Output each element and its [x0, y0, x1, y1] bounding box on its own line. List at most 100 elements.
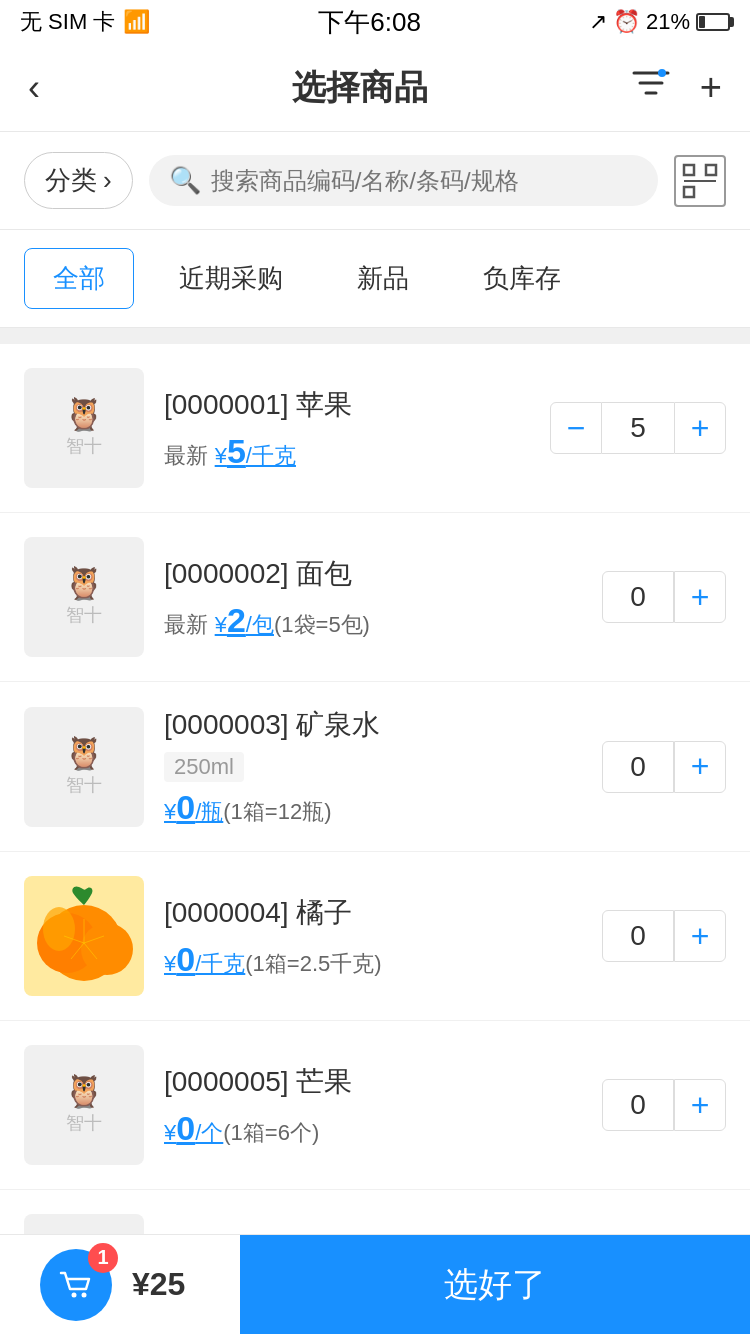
filter-tabs: 全部 近期采购 新品 负库存 — [0, 230, 750, 328]
price-prefix: 最新 — [164, 612, 208, 637]
cart-icon — [56, 1265, 96, 1305]
placeholder-text: 智十 — [66, 773, 102, 797]
qty-control: − + — [550, 402, 726, 454]
status-time: 下午6:08 — [318, 5, 421, 40]
qty-input[interactable] — [602, 741, 674, 793]
qty-plus-button[interactable]: + — [674, 571, 726, 623]
scan-icon[interactable] — [674, 155, 726, 207]
qty-plus-button[interactable]: + — [674, 741, 726, 793]
price-number: 2 — [227, 601, 246, 639]
product-image-graphic — [29, 881, 139, 991]
qty-control: + — [602, 741, 726, 793]
price-pack: (1箱=6个) — [223, 1120, 319, 1145]
add-button[interactable]: + — [700, 66, 722, 109]
battery-pct: 21% — [646, 9, 690, 35]
qty-input[interactable] — [602, 1079, 674, 1131]
product-item: 🦉 智十 [0000003] 矿泉水 250ml ¥0/瓶(1箱=12瓶) + — [0, 682, 750, 852]
product-item: [0000004] 橘子 ¥0/千克(1箱=2.5千克) + — [0, 852, 750, 1021]
status-right: ↗ ⏰ 21% — [589, 9, 730, 35]
cart-section: 1 ¥25 — [0, 1249, 240, 1321]
price-number: 0 — [176, 1109, 195, 1147]
qty-input[interactable] — [602, 910, 674, 962]
price-pack: (1箱=12瓶) — [223, 799, 331, 824]
tab-recent[interactable]: 近期采购 — [150, 248, 312, 309]
placeholder-text: 智十 — [66, 1111, 102, 1135]
svg-point-10 — [43, 907, 75, 951]
status-carrier: 无 SIM 卡 📶 — [20, 7, 150, 37]
qty-plus-button[interactable]: + — [674, 1079, 726, 1131]
price-prefix: 最新 — [164, 443, 208, 468]
filter-icon[interactable] — [632, 66, 670, 109]
qty-control: + — [602, 1079, 726, 1131]
product-image: 🦉 智十 — [24, 368, 144, 488]
price-currency: ¥ — [164, 951, 176, 976]
owl-icon: 🦉 — [64, 567, 104, 599]
price-number: 5 — [227, 432, 246, 470]
qty-minus-button[interactable]: − — [550, 402, 602, 454]
status-bar: 无 SIM 卡 📶 下午6:08 ↗ ⏰ 21% — [0, 0, 750, 44]
battery-icon — [696, 13, 730, 31]
product-image: 🦉 智十 — [24, 707, 144, 827]
cart-button[interactable]: 1 — [40, 1249, 112, 1321]
location-icon: ↗ — [589, 9, 607, 35]
nav-bar: ‹ 选择商品 + — [0, 44, 750, 132]
product-info: [0000005] 芒果 ¥0/个(1箱=6个) — [164, 1063, 582, 1148]
product-list: 🦉 智十 [0000001] 苹果 最新 ¥5/千克 − + 🦉 智十 [000… — [0, 344, 750, 1334]
tab-all[interactable]: 全部 — [24, 248, 134, 309]
owl-icon: 🦉 — [64, 1075, 104, 1107]
product-info: [0000003] 矿泉水 250ml ¥0/瓶(1箱=12瓶) — [164, 706, 582, 827]
price-currency: ¥ — [215, 612, 227, 637]
product-name: [0000003] 矿泉水 — [164, 706, 582, 744]
alarm-icon: ⏰ — [613, 9, 640, 35]
product-image: 🦉 智十 — [24, 537, 144, 657]
price-unit: /千克 — [195, 951, 245, 976]
search-input[interactable] — [211, 167, 638, 195]
product-image: 🦉 智十 — [24, 1045, 144, 1165]
qty-control: + — [602, 910, 726, 962]
search-area: 分类 › 🔍 — [0, 132, 750, 230]
product-info: [0000001] 苹果 最新 ¥5/千克 — [164, 386, 530, 471]
qty-input[interactable] — [602, 402, 674, 454]
placeholder-text: 智十 — [66, 603, 102, 627]
product-placeholder: 🦉 智十 — [64, 567, 104, 627]
product-price: ¥0/瓶(1箱=12瓶) — [164, 788, 582, 827]
cart-badge: 1 — [88, 1243, 118, 1273]
price-unit: /包 — [246, 612, 274, 637]
wifi-icon: 📶 — [123, 9, 150, 35]
product-item: 🦉 智十 [0000005] 芒果 ¥0/个(1箱=6个) + — [0, 1021, 750, 1190]
product-spec: 250ml — [164, 752, 244, 782]
product-name: [0000004] 橘子 — [164, 894, 582, 932]
category-button[interactable]: 分类 › — [24, 152, 133, 209]
qty-plus-button[interactable]: + — [674, 910, 726, 962]
product-image — [24, 876, 144, 996]
product-name: [0000005] 芒果 — [164, 1063, 582, 1101]
placeholder-text: 智十 — [66, 434, 102, 458]
back-button[interactable]: ‹ — [28, 67, 88, 109]
qty-input[interactable] — [602, 571, 674, 623]
svg-rect-4 — [684, 165, 694, 175]
tab-new[interactable]: 新品 — [328, 248, 438, 309]
price-number: 0 — [176, 940, 195, 978]
svg-point-18 — [82, 1292, 87, 1297]
product-placeholder: 🦉 智十 — [64, 398, 104, 458]
confirm-button[interactable]: 选好了 — [240, 1235, 750, 1334]
price-unit: /瓶 — [195, 799, 223, 824]
svg-point-3 — [658, 69, 666, 77]
price-number: 0 — [176, 788, 195, 826]
product-price: ¥0/个(1箱=6个) — [164, 1109, 582, 1148]
section-divider — [0, 328, 750, 344]
svg-rect-5 — [706, 165, 716, 175]
price-currency: ¥ — [215, 443, 227, 468]
category-chevron: › — [103, 165, 112, 196]
product-info: [0000002] 面包 最新 ¥2/包(1袋=5包) — [164, 555, 582, 640]
product-item: 🦉 智十 [0000001] 苹果 最新 ¥5/千克 − + — [0, 344, 750, 513]
category-label: 分类 — [45, 163, 97, 198]
qty-plus-button[interactable]: + — [674, 402, 726, 454]
tab-negative[interactable]: 负库存 — [454, 248, 590, 309]
bottom-bar: 1 ¥25 选好了 — [0, 1234, 750, 1334]
product-placeholder: 🦉 智十 — [64, 1075, 104, 1135]
price-currency: ¥ — [164, 1120, 176, 1145]
svg-rect-6 — [684, 187, 694, 197]
product-name: [0000002] 面包 — [164, 555, 582, 593]
nav-actions: + — [632, 66, 722, 109]
